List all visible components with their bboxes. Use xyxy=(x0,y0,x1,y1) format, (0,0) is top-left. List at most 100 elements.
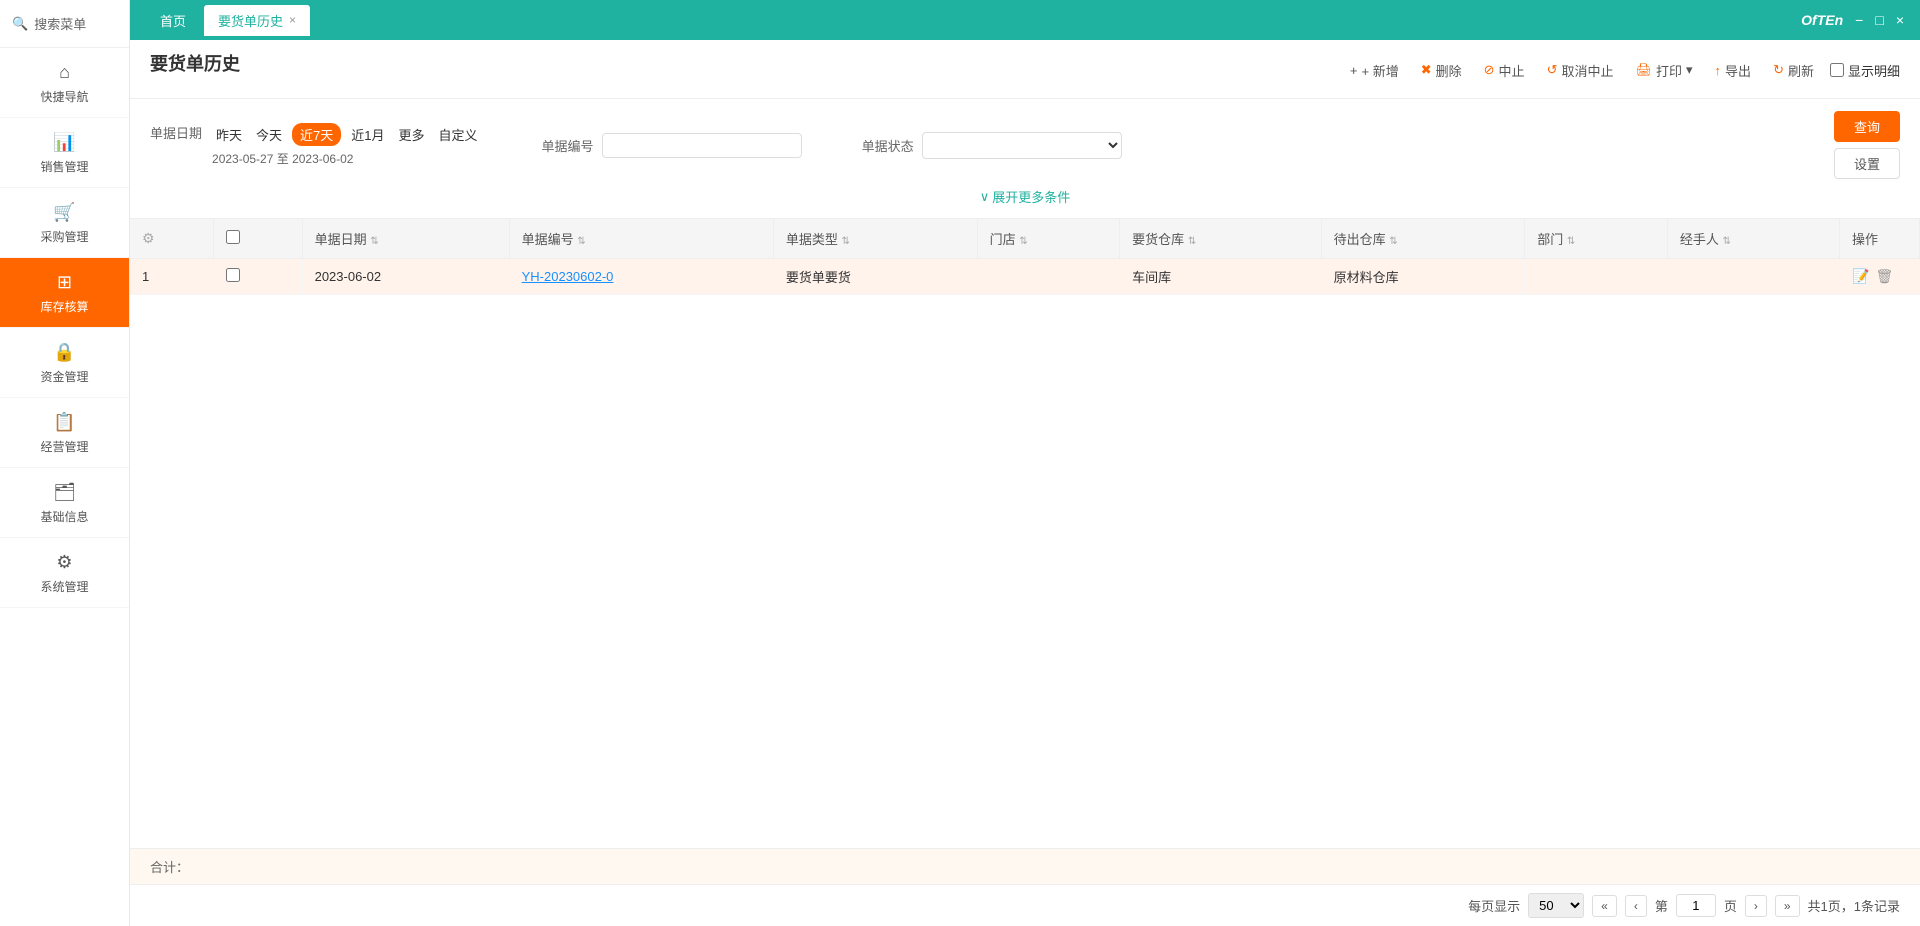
sidebar-item-basic[interactable]: 🗂 基础信息 xyxy=(0,468,129,538)
doc-no-link[interactable]: YH-20230602-0 xyxy=(522,269,614,284)
per-page-select[interactable]: 50 100 xyxy=(1528,893,1584,918)
select-all-checkbox[interactable] xyxy=(226,230,240,244)
refresh-label: 刷新 xyxy=(1788,61,1814,80)
expand-button[interactable]: ∨ 展开更多条件 xyxy=(980,187,1071,206)
sidebar-item-finance[interactable]: 🔒 资金管理 xyxy=(0,328,129,398)
stop-icon: ⊘ xyxy=(1484,62,1495,78)
cell-checkbox xyxy=(214,259,302,295)
first-page-button[interactable]: « xyxy=(1592,895,1617,917)
cell-handler xyxy=(1667,259,1839,295)
sidebar-item-label: 快捷导航 xyxy=(40,88,88,105)
cancel-stop-icon: ↺ xyxy=(1547,62,1558,78)
expand-icon: ∨ xyxy=(980,189,990,205)
tab-close-icon[interactable]: × xyxy=(289,13,296,27)
date-btn-custom[interactable]: 自定义 xyxy=(435,123,482,146)
display-detail-checkbox[interactable] xyxy=(1830,63,1844,77)
delete-icon: ✖ xyxy=(1421,62,1432,78)
sidebar-item-label: 资金管理 xyxy=(40,368,88,385)
col-operation: 操作 xyxy=(1840,219,1920,259)
page-number-input[interactable] xyxy=(1676,894,1716,917)
sidebar-item-label: 库存核算 xyxy=(40,298,88,315)
sidebar-item-system[interactable]: ⚙ 系统管理 xyxy=(0,538,129,608)
delete-button[interactable]: ✖ 删除 xyxy=(1415,57,1468,84)
col-settings: ⚙ xyxy=(130,219,214,259)
new-button[interactable]: + + 新增 xyxy=(1344,57,1405,84)
refresh-button[interactable]: ↻ 刷新 xyxy=(1767,57,1820,84)
sidebar-item-inventory[interactable]: ⊞ 库存核算 xyxy=(0,258,129,328)
date-btn-more[interactable]: 更多 xyxy=(395,123,429,146)
close-icon[interactable]: × xyxy=(1896,12,1904,28)
cell-pending-warehouse: 原材料仓库 xyxy=(1321,259,1525,295)
edit-icon[interactable]: 📝 xyxy=(1852,268,1869,285)
status-filter: 单据状态 xyxy=(862,132,1122,159)
main-content: 首页 要货单历史 × OfTEn − □ × 要货单历史 + + 新增 ✖ 删除… xyxy=(130,0,1920,926)
query-button[interactable]: 查询 xyxy=(1834,111,1900,142)
next-page-button[interactable]: › xyxy=(1745,895,1767,917)
sales-icon: 📊 xyxy=(53,132,75,153)
stop-label: 中止 xyxy=(1499,61,1525,80)
settings-button[interactable]: 设置 xyxy=(1834,148,1900,179)
table-row: 1 2023-06-02 YH-20230602-0 要货单要货 车间库 原材料… xyxy=(130,259,1920,295)
page-title: 要货单历史 xyxy=(150,50,240,76)
topbar-right: OfTEn − □ × xyxy=(1801,12,1904,28)
display-detail-label: 显示明细 xyxy=(1848,61,1900,80)
cancel-stop-button[interactable]: ↺ 取消中止 xyxy=(1541,57,1620,84)
refresh-icon: ↻ xyxy=(1773,62,1784,78)
sidebar-item-operations[interactable]: 📋 经营管理 xyxy=(0,398,129,468)
tab-home-label: 首页 xyxy=(160,14,186,29)
sidebar-item-sales[interactable]: 📊 销售管理 xyxy=(0,118,129,188)
minimize-icon[interactable]: − xyxy=(1855,12,1863,28)
purchase-icon: 🛒 xyxy=(53,202,75,223)
export-icon: ↑ xyxy=(1715,63,1722,78)
doc-no-input[interactable] xyxy=(602,133,802,158)
new-label: + 新增 xyxy=(1362,61,1399,80)
sidebar-item-label: 经营管理 xyxy=(40,438,88,455)
export-label: 导出 xyxy=(1725,61,1751,80)
status-select[interactable] xyxy=(922,132,1122,159)
tab-active[interactable]: 要货单历史 × xyxy=(204,5,310,36)
footer-summary: 合计： xyxy=(130,848,1920,884)
print-icon: 🖨 xyxy=(1635,62,1652,78)
date-btn-1month[interactable]: 近1月 xyxy=(347,123,388,146)
col-handler: 经手人 ⇅ xyxy=(1667,219,1839,259)
sidebar-item-label: 销售管理 xyxy=(40,158,88,175)
prev-page-button[interactable]: ‹ xyxy=(1625,895,1647,917)
data-table: ⚙ 单据日期 ⇅ 单据编号 ⇅ 单据类型 ⇅ 门店 ⇅ 要货仓库 ⇅ 待出仓库 … xyxy=(130,219,1920,295)
filter-row-1: 单据日期 昨天 今天 近7天 近1月 更多 自定义 2023-05-27 至 2… xyxy=(150,111,1900,179)
print-button[interactable]: 🖨 打印 ▾ xyxy=(1629,57,1698,84)
page-header-toolbar: 要货单历史 + + 新增 ✖ 删除 ⊘ 中止 ↺ 取消中止 🖨 打印 ▾ xyxy=(130,40,1920,99)
row-checkbox[interactable] xyxy=(226,268,240,282)
date-btn-7days[interactable]: 近7天 xyxy=(292,123,341,146)
sidebar-item-purchase[interactable]: 🛒 采购管理 xyxy=(0,188,129,258)
action-buttons: 查询 设置 xyxy=(1834,111,1900,179)
sidebar-search[interactable]: 🔍 搜索菜单 xyxy=(0,0,129,48)
print-label: 打印 xyxy=(1656,61,1682,80)
date-btn-yesterday[interactable]: 昨天 xyxy=(212,123,246,146)
settings-gear-icon[interactable]: ⚙ xyxy=(142,230,155,246)
col-req-warehouse: 要货仓库 ⇅ xyxy=(1120,219,1321,259)
cell-store xyxy=(977,259,1120,295)
tab-home[interactable]: 首页 xyxy=(146,5,200,36)
filter-area: 单据日期 昨天 今天 近7天 近1月 更多 自定义 2023-05-27 至 2… xyxy=(130,99,1920,219)
table-header-row: ⚙ 单据日期 ⇅ 单据编号 ⇅ 单据类型 ⇅ 门店 ⇅ 要货仓库 ⇅ 待出仓库 … xyxy=(130,219,1920,259)
last-page-button[interactable]: » xyxy=(1775,895,1800,917)
display-detail[interactable]: 显示明细 xyxy=(1830,61,1900,80)
date-filter-label: 单据日期 xyxy=(150,123,202,142)
col-doc-type: 单据类型 ⇅ xyxy=(773,219,977,259)
expand-label: 展开更多条件 xyxy=(992,187,1070,206)
export-button[interactable]: ↑ 导出 xyxy=(1709,57,1758,84)
system-icon: ⚙ xyxy=(56,552,72,573)
sidebar: 🔍 搜索菜单 ⌂ 快捷导航 📊 销售管理 🛒 采购管理 ⊞ 库存核算 🔒 资金管… xyxy=(0,0,130,926)
cancel-stop-label: 取消中止 xyxy=(1561,61,1613,80)
print-dropdown-icon: ▾ xyxy=(1686,62,1693,78)
sidebar-item-shortcut[interactable]: ⌂ 快捷导航 xyxy=(0,48,129,118)
date-btn-today[interactable]: 今天 xyxy=(252,123,286,146)
col-store: 门店 ⇅ xyxy=(977,219,1120,259)
delete-label: 删除 xyxy=(1436,61,1462,80)
delete-row-icon[interactable]: 🗑 xyxy=(1875,268,1893,285)
cell-doc-no: YH-20230602-0 xyxy=(509,259,773,295)
maximize-icon[interactable]: □ xyxy=(1875,12,1883,28)
doc-no-filter: 单据编号 xyxy=(542,133,802,158)
stop-button[interactable]: ⊘ 中止 xyxy=(1478,57,1531,84)
col-checkbox xyxy=(214,219,302,259)
